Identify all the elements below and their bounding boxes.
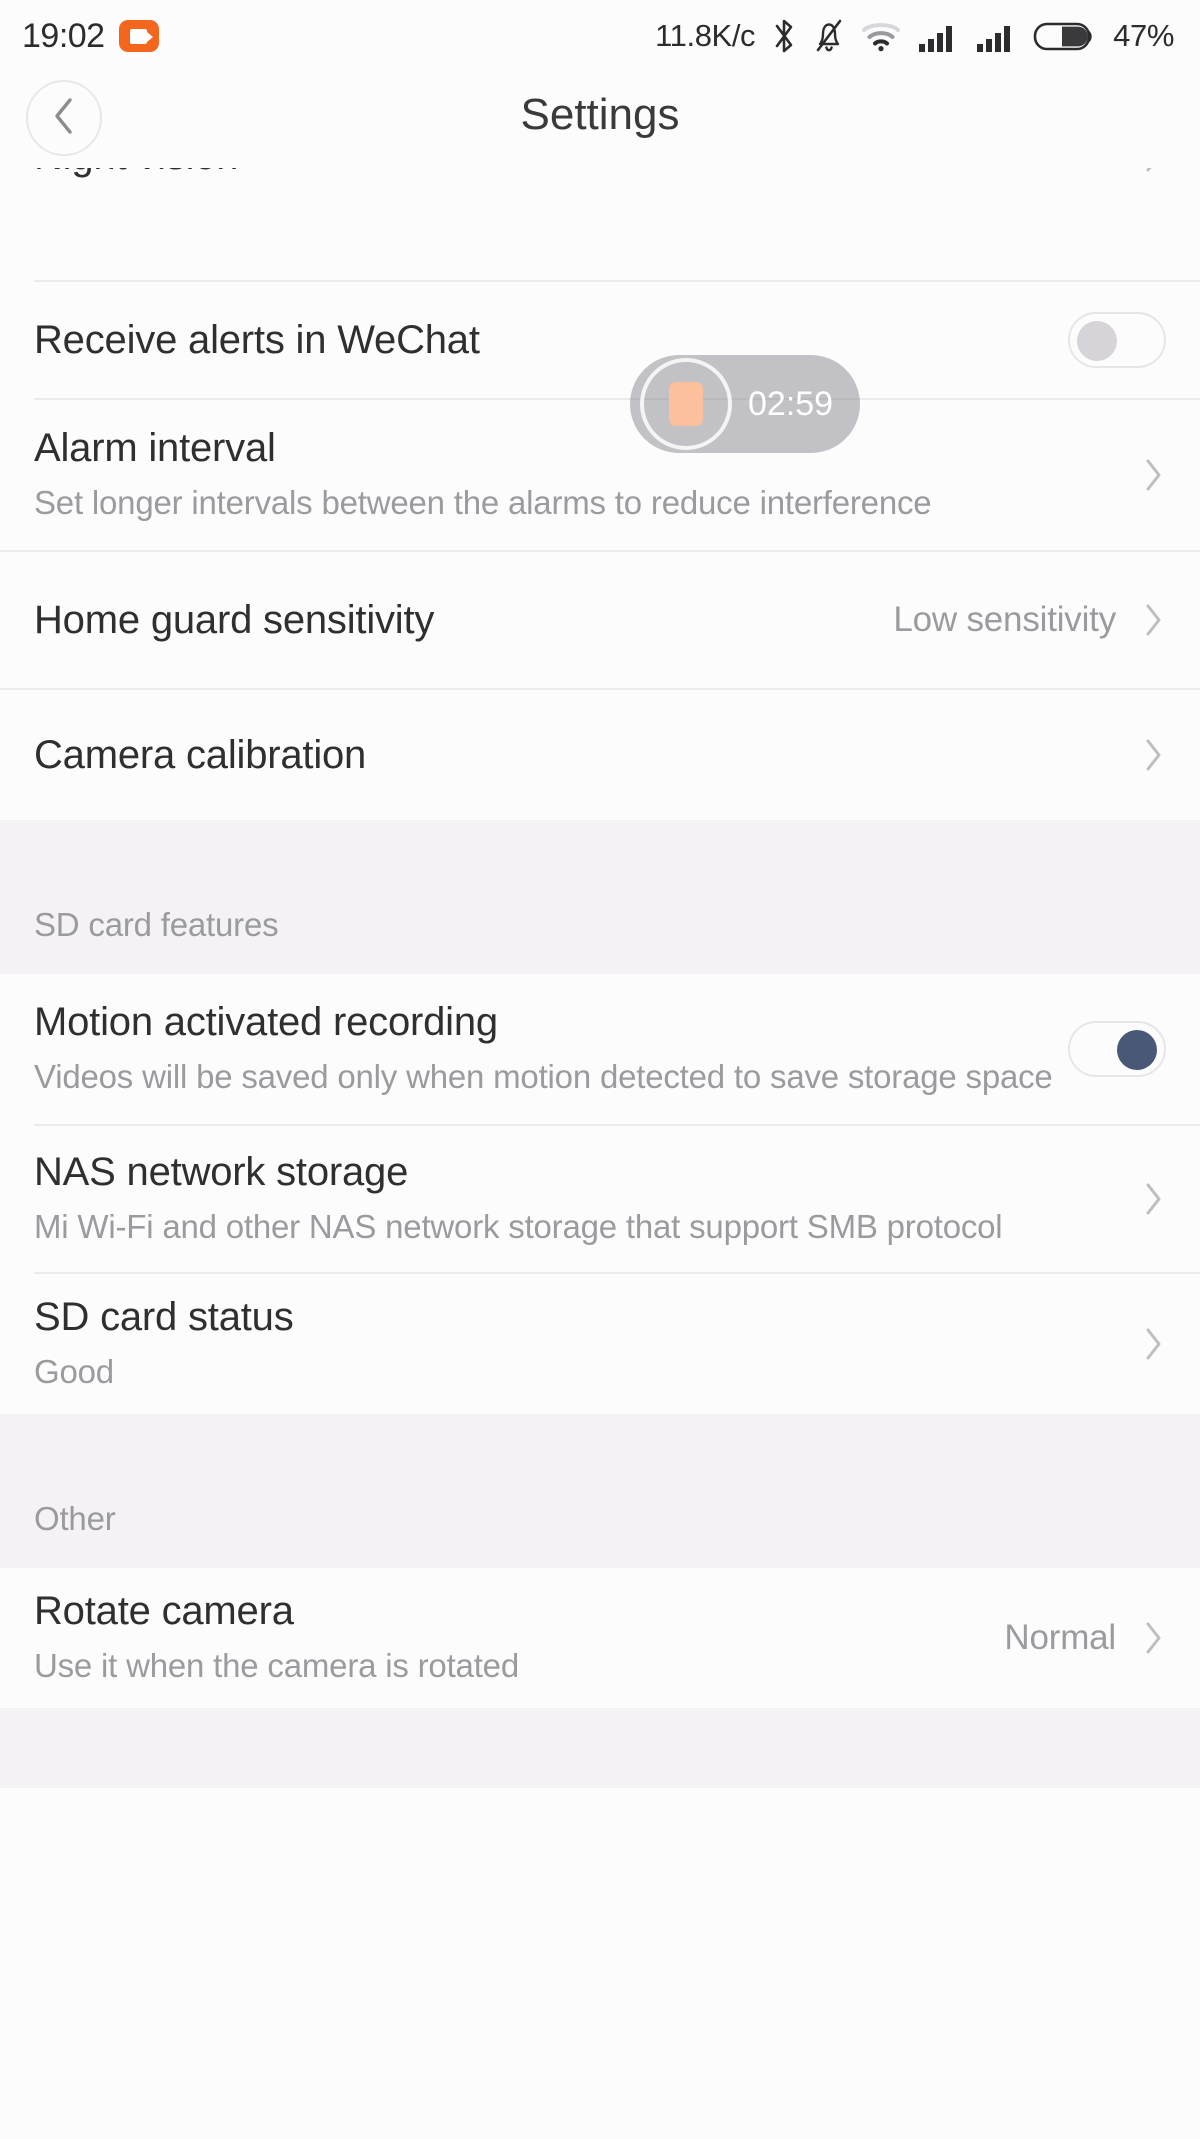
row-title: Rotate camera (34, 1588, 294, 1633)
row-title: Home guard sensitivity (34, 597, 435, 642)
row-camera-calibration[interactable]: Camera calibration (0, 690, 1200, 820)
chevron-right-icon (1140, 737, 1166, 773)
row-wechat-alerts[interactable]: Receive alerts in WeChat (0, 282, 1200, 398)
section-label: Other (34, 1500, 116, 1537)
section-header-sd-card-features: SD card features (0, 820, 1200, 974)
recording-timer: 02:59 (748, 384, 834, 423)
row-nas-storage[interactable]: NAS network storage Mi Wi-Fi and other N… (0, 1126, 1200, 1272)
status-bar-right: 11.8K/c 47% (655, 17, 1174, 55)
row-title: Motion activated recording (34, 999, 498, 1044)
mute-bell-icon (813, 17, 845, 55)
status-bar: 19:02 11.8K/c 47% (0, 0, 1200, 72)
row-subtitle: Videos will be saved only when motion de… (34, 1057, 1053, 1095)
row-alarm-interval[interactable]: Alarm interval Set longer intervals betw… (0, 400, 1200, 550)
row-title: Camera calibration (34, 732, 367, 777)
chevron-right-icon (1140, 1326, 1166, 1362)
row-title: Receive alerts in WeChat (34, 317, 480, 362)
section-header-other: Other (0, 1414, 1200, 1568)
status-bar-left: 19:02 (22, 17, 159, 56)
row-subtitle: Good (34, 1352, 114, 1390)
chevron-right-icon (1140, 457, 1166, 493)
row-title: NAS network storage (34, 1149, 409, 1194)
app-header: Settings (0, 72, 1200, 168)
bluetooth-icon (771, 17, 797, 55)
status-bar-clock: 19:02 (22, 16, 105, 55)
battery-percent-label: 47% (1113, 18, 1174, 53)
row-value: Low sensitivity (893, 599, 1116, 639)
row-subtitle: Set longer intervals between the alarms … (34, 483, 932, 521)
section-label: SD card features (34, 906, 279, 943)
row-rotate-camera[interactable]: Rotate camera Use it when the camera is … (0, 1568, 1200, 1708)
bottom-spacer (0, 1708, 1200, 1788)
chevron-right-icon (1140, 1181, 1166, 1217)
battery-icon (1033, 18, 1095, 54)
motion-recording-toggle[interactable] (1068, 1021, 1166, 1077)
signal-icon (917, 19, 959, 53)
page-title: Settings (520, 90, 680, 139)
stop-record-icon[interactable] (640, 358, 732, 450)
row-subtitle: Mi Wi-Fi and other NAS network storage t… (34, 1207, 1003, 1245)
row-title: Night vision (34, 168, 1140, 179)
chevron-right-icon (1140, 168, 1166, 174)
chevron-right-icon (1140, 1620, 1166, 1656)
wifi-icon (861, 19, 901, 53)
chevron-right-icon (1140, 602, 1166, 638)
row-night-vision[interactable]: Night vision (0, 168, 1200, 224)
network-speed-label: 11.8K/c (655, 18, 756, 53)
row-value: Normal (1004, 1618, 1116, 1657)
row-motion-recording[interactable]: Motion activated recording Videos will b… (0, 974, 1200, 1124)
wechat-alerts-toggle[interactable] (1068, 312, 1166, 368)
row-title: Alarm interval (34, 425, 276, 470)
spacer (0, 224, 1200, 280)
row-title: SD card status (34, 1294, 294, 1339)
row-home-guard-sensitivity[interactable]: Home guard sensitivity Low sensitivity (0, 552, 1200, 688)
signal-icon (975, 19, 1017, 53)
settings-list: Night vision Receive alerts in WeChat (0, 168, 1200, 1788)
row-subtitle: Use it when the camera is rotated (34, 1646, 519, 1684)
screen-recorder-widget[interactable]: 02:59 (630, 355, 860, 453)
row-sd-card-status[interactable]: SD card status Good (0, 1274, 1200, 1414)
screen-record-icon (118, 20, 159, 52)
phone-screen: 19:02 11.8K/c 47% Settings Receive alert… (0, 0, 1200, 2139)
